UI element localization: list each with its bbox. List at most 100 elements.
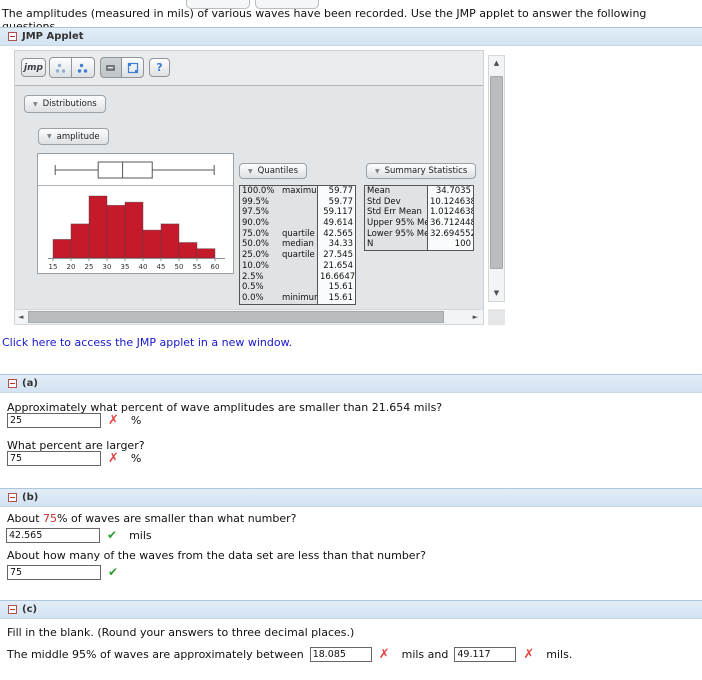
mid-label: mils and	[401, 647, 449, 661]
table-row: 10.0% 21.654	[240, 260, 355, 272]
section-a-label: (a)	[22, 378, 38, 389]
table-row: 99.5% 59.77	[240, 196, 355, 208]
quantile-value: 59.117	[317, 207, 355, 219]
scatter-icon	[77, 63, 88, 73]
summary-label: N	[367, 239, 374, 250]
horizontal-scrollbar[interactable]: ◄ ►	[14, 309, 484, 325]
table-row: Std Dev 10.124638	[365, 196, 473, 208]
summary-label: Lower 95% Mean	[367, 228, 427, 239]
table-row: N 100	[365, 239, 473, 251]
unit-label: %	[130, 451, 142, 465]
quantile-percent: 100.0%	[242, 186, 275, 196]
quantile-label: median	[282, 239, 314, 250]
data-window-button[interactable]	[122, 57, 144, 78]
applet-section-header[interactable]: JMP Applet	[0, 27, 702, 46]
summary-disclosure-button[interactable]: ▼ Summary Statistics	[366, 163, 477, 179]
vertical-scrollbar[interactable]: ▲ ▼	[488, 55, 505, 302]
svg-text:40: 40	[139, 263, 148, 271]
scatter-button[interactable]	[72, 57, 95, 78]
summary-label: Upper 95% Mean	[367, 218, 427, 229]
quantile-value: 16.66475	[317, 271, 355, 283]
distributions-disclosure-button[interactable]: ▼ Distributions	[24, 95, 106, 113]
answer-input-b2[interactable]	[7, 564, 101, 580]
summary-value: 1.0124638	[427, 207, 473, 219]
randomized-value: 75	[43, 512, 58, 525]
quantile-percent: 50.0%	[242, 239, 270, 250]
jmp-logo-icon: jmp	[24, 62, 43, 73]
answer-input-a1[interactable]	[7, 412, 101, 428]
plot-window-button[interactable]	[100, 57, 122, 78]
window-mode-group	[100, 57, 144, 78]
distribution-svg: 15 20 25 30 35 40 45 50 55 60	[38, 161, 233, 271]
answer-input-b1[interactable]	[6, 527, 100, 543]
amplitude-disclosure-button[interactable]: ▼ amplitude	[38, 128, 109, 145]
table-row: Mean 34.7035	[365, 186, 473, 197]
quantile-label: quartile	[282, 250, 315, 261]
summary-value: 34.7035	[427, 186, 473, 197]
table-row: 25.0% quartile 27.545	[240, 250, 355, 261]
unit-label: %	[130, 413, 142, 427]
table-row: 75.0% quartile 42.565	[240, 228, 355, 240]
quantiles-table: 100.0%maximum59.7799.5%59.7797.5%59.1179…	[239, 185, 356, 305]
jmp-logo-button[interactable]: jmp	[21, 58, 46, 77]
section-b-header[interactable]: (b)	[0, 488, 702, 507]
help-button[interactable]: ?	[149, 58, 170, 77]
quantile-value: 21.654	[317, 260, 355, 272]
table-row: Upper 95% Mean36.712448	[365, 218, 473, 229]
answer-input-c2[interactable]	[454, 646, 517, 662]
scroll-left-icon[interactable]: ◄	[18, 314, 23, 321]
scrollbar-corner	[488, 309, 505, 325]
quantile-label	[280, 207, 317, 218]
question-c-instruction: Fill in the blank. (Round your answers t…	[7, 626, 355, 639]
svg-text:55: 55	[193, 263, 202, 271]
scroll-up-icon[interactable]: ▲	[494, 60, 499, 67]
quantile-label: minimum	[282, 292, 317, 303]
collapse-icon[interactable]	[8, 493, 17, 502]
question-c-line: The middle 95% of waves are approximatel…	[7, 647, 304, 661]
quantile-percent: 99.5%	[242, 196, 270, 207]
quantile-label	[280, 197, 317, 208]
triangle-down-icon: ▼	[33, 100, 38, 108]
scatter-faded-button[interactable]	[49, 57, 72, 78]
table-row: 2.5% 16.66475	[240, 271, 355, 283]
scroll-right-icon[interactable]: ►	[473, 314, 478, 321]
table-row: Std Err Mean 1.0124638	[365, 207, 473, 219]
answer-input-c1[interactable]	[309, 646, 372, 662]
vertical-scroll-thumb[interactable]	[490, 76, 503, 269]
quantile-percent: 97.5%	[242, 207, 270, 218]
quantile-label	[280, 261, 317, 272]
quantile-value: 27.545	[317, 250, 355, 261]
quantile-value: 59.77	[317, 196, 355, 208]
answer-row-b1: ✔ mils	[6, 526, 152, 544]
quantile-percent: 75.0%	[242, 228, 270, 239]
summary-value: 36.712448	[427, 218, 473, 229]
section-c-header[interactable]: (c)	[0, 600, 702, 619]
answer-input-a2[interactable]	[7, 450, 101, 466]
summary-label: Mean	[367, 186, 391, 196]
table-row: Lower 95% Mean32.694552	[365, 228, 473, 240]
quantile-label: quartile	[282, 228, 315, 239]
wrong-icon: ✗	[523, 646, 535, 662]
distribution-graph[interactable]: 15 20 25 30 35 40 45 50 55 60	[37, 153, 234, 274]
section-a-header[interactable]: (a)	[0, 374, 702, 393]
horizontal-scroll-thumb[interactable]	[28, 311, 444, 323]
jmp-applet-panel: jmp ? ▼ Distributions ▼ amplitude 15 20 …	[14, 50, 484, 325]
svg-text:25: 25	[85, 263, 94, 271]
question-b1: About 75% of waves are smaller than what…	[7, 512, 297, 525]
collapse-icon[interactable]	[8, 605, 17, 614]
scroll-down-icon[interactable]: ▼	[494, 290, 499, 297]
svg-text:30: 30	[103, 263, 112, 271]
unit-label: mils	[129, 528, 152, 542]
open-applet-link[interactable]: Click here to access the JMP applet in a…	[2, 336, 292, 349]
quantile-value: 15.61	[317, 292, 355, 304]
end-label: mils.	[546, 647, 573, 661]
wrong-icon: ✗	[108, 412, 119, 428]
answer-row-a1: ✗ %	[7, 411, 141, 429]
quantiles-disclosure-button[interactable]: ▼ Quantiles	[239, 163, 308, 179]
table-row: 0.5% 15.61	[240, 282, 355, 293]
triangle-down-icon: ▼	[248, 167, 253, 175]
collapse-icon[interactable]	[8, 379, 17, 388]
collapse-icon[interactable]	[8, 32, 17, 41]
answer-row-c: The middle 95% of waves are approximatel…	[7, 645, 572, 663]
applet-section-title: JMP Applet	[22, 31, 84, 42]
